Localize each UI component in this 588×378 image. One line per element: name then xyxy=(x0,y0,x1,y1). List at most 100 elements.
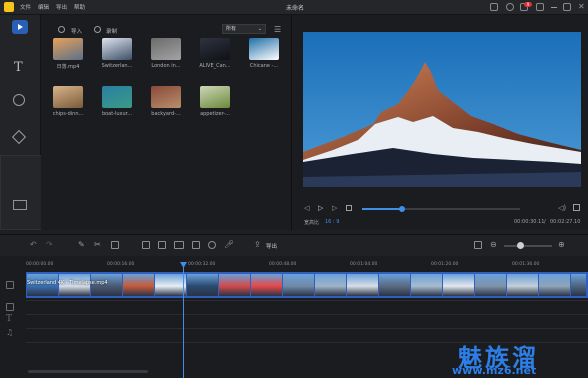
timeline-scrollbar[interactable] xyxy=(28,370,148,373)
clip-frame xyxy=(475,274,506,296)
media-thumbnail-label: Chicane -... xyxy=(249,63,279,69)
zoom-in-icon[interactable]: ⊕ xyxy=(558,240,565,249)
freeze-frame-icon[interactable] xyxy=(192,241,200,249)
scissors-icon[interactable]: ✂ xyxy=(94,240,101,249)
record-icon[interactable] xyxy=(94,26,101,33)
matterhorn-image xyxy=(303,32,581,187)
play-icon[interactable]: ▷ xyxy=(318,204,323,212)
ruler-tick-label: 00:00:00.00 xyxy=(26,262,54,267)
clip-frame xyxy=(379,274,410,296)
minimize-icon[interactable] xyxy=(551,7,557,8)
zoom-slider-track[interactable] xyxy=(504,245,552,247)
export-button[interactable]: 导出 xyxy=(266,242,277,250)
filter-tool-icon[interactable] xyxy=(13,94,25,106)
lane-divider xyxy=(26,328,588,329)
aspect-ratio-value[interactable]: 16 : 9 xyxy=(325,219,339,225)
clip-frame xyxy=(443,274,474,296)
ruler-tick-label: 00:01:04.00 xyxy=(350,262,378,267)
media-filter-select[interactable]: 所有 ⌄ xyxy=(222,24,266,34)
menu-export[interactable]: 导出 xyxy=(56,3,67,11)
clip-frame xyxy=(507,274,538,296)
media-thumbnail-label: 日落.mp4 xyxy=(56,64,80,70)
volume-icon[interactable]: ◁) xyxy=(558,204,566,212)
zoom-out-icon[interactable]: ⊖ xyxy=(490,240,497,249)
playhead[interactable] xyxy=(183,262,184,378)
clip-frame xyxy=(347,274,378,296)
media-thumbnail[interactable] xyxy=(151,38,181,60)
speed-icon[interactable] xyxy=(208,241,216,249)
import-icon[interactable] xyxy=(58,26,65,33)
clip-frame xyxy=(123,274,154,296)
chevron-down-icon: ⌄ xyxy=(257,26,262,32)
next-frame-icon[interactable]: ▷ xyxy=(332,204,337,212)
lane-divider xyxy=(26,300,588,301)
tab-record[interactable]: 录制 xyxy=(106,27,117,35)
clip-frame xyxy=(155,274,186,296)
media-thumbnail-label: London in... xyxy=(151,63,181,69)
media-thumbnail[interactable] xyxy=(53,38,83,60)
menu-help[interactable]: 帮助 xyxy=(74,3,85,11)
transition-tool-icon[interactable] xyxy=(13,200,27,210)
menu-icon[interactable] xyxy=(536,3,544,11)
media-thumbnail[interactable] xyxy=(249,38,279,60)
ruler-tick-label: 00:00:48.00 xyxy=(269,262,297,267)
media-thumbnail-label: backyard-... xyxy=(151,111,181,117)
video-preview xyxy=(303,32,581,187)
media-thumbnail[interactable] xyxy=(200,86,230,108)
text-track-icon: T xyxy=(6,314,13,324)
window-title: 未命名 xyxy=(285,5,304,12)
stop-icon[interactable] xyxy=(346,205,352,211)
media-thumbnail[interactable] xyxy=(151,86,181,108)
time-total: 00:02:27.10 xyxy=(550,219,581,225)
aspect-ratio-label: 宽高比 xyxy=(304,220,320,226)
delete-icon[interactable] xyxy=(111,241,119,249)
clip-frame xyxy=(411,274,442,296)
playback-progress-knob[interactable] xyxy=(399,206,405,212)
clip-frame xyxy=(219,274,250,296)
media-thumbnail-label: Switzerlan... xyxy=(101,63,133,69)
zoom-slider-knob[interactable] xyxy=(517,242,524,249)
media-thumbnail[interactable] xyxy=(53,86,83,108)
crop-icon[interactable] xyxy=(142,241,150,249)
menu-edit[interactable]: 编辑 xyxy=(38,3,49,11)
redo-icon[interactable]: ↷ xyxy=(46,240,53,249)
media-thumbnail[interactable] xyxy=(102,38,132,60)
clip-frame xyxy=(315,274,346,296)
media-tool-button[interactable] xyxy=(12,20,28,34)
pencil-icon[interactable]: ✎ xyxy=(78,240,85,249)
media-thumbnail[interactable] xyxy=(200,38,230,60)
media-thumbnail-label: boat-luxur... xyxy=(101,111,133,117)
menu-file[interactable]: 文件 xyxy=(20,3,31,11)
app-logo-icon xyxy=(4,2,14,12)
clip-frame xyxy=(251,274,282,296)
time-separator: / xyxy=(544,219,546,225)
export-icon[interactable]: ⇪ xyxy=(254,240,261,249)
screen-icon[interactable] xyxy=(490,3,498,11)
media-thumbnail-label: appetizer-... xyxy=(200,111,230,117)
playback-progress-fill xyxy=(362,208,402,210)
split-icon[interactable] xyxy=(174,241,184,249)
media-thumbnail[interactable] xyxy=(102,86,132,108)
clip-frame xyxy=(283,274,314,296)
undo-icon[interactable]: ↶ xyxy=(30,240,37,249)
clip-frame xyxy=(539,274,570,296)
fullscreen-icon[interactable] xyxy=(573,204,580,211)
ruler-tick-label: 00:01:20.00 xyxy=(431,262,459,267)
media-icon xyxy=(17,24,23,30)
edit-toolbar xyxy=(0,234,588,257)
ruler-tick-label: 00:01:36.00 xyxy=(512,262,540,267)
adjust-icon[interactable] xyxy=(158,241,166,249)
text-tool-icon[interactable]: T xyxy=(14,60,23,75)
time-current: 00:00:30.11 xyxy=(514,219,545,225)
close-icon[interactable]: ✕ xyxy=(578,2,585,11)
prev-frame-icon[interactable]: ◁ xyxy=(304,204,309,212)
ruler-tick-label: 00:00:16.00 xyxy=(107,262,135,267)
tab-import[interactable]: 导入 xyxy=(71,27,82,35)
user-icon[interactable] xyxy=(506,3,514,11)
microphone-icon[interactable]: 🎤︎ xyxy=(224,240,234,249)
list-view-icon[interactable]: ☰ xyxy=(274,25,281,34)
clip-frame xyxy=(571,274,586,296)
clip-label: Switzerland 4K - Timelapse.mp4 xyxy=(27,280,108,286)
fit-timeline-icon[interactable] xyxy=(474,241,482,249)
maximize-icon[interactable] xyxy=(563,3,571,11)
